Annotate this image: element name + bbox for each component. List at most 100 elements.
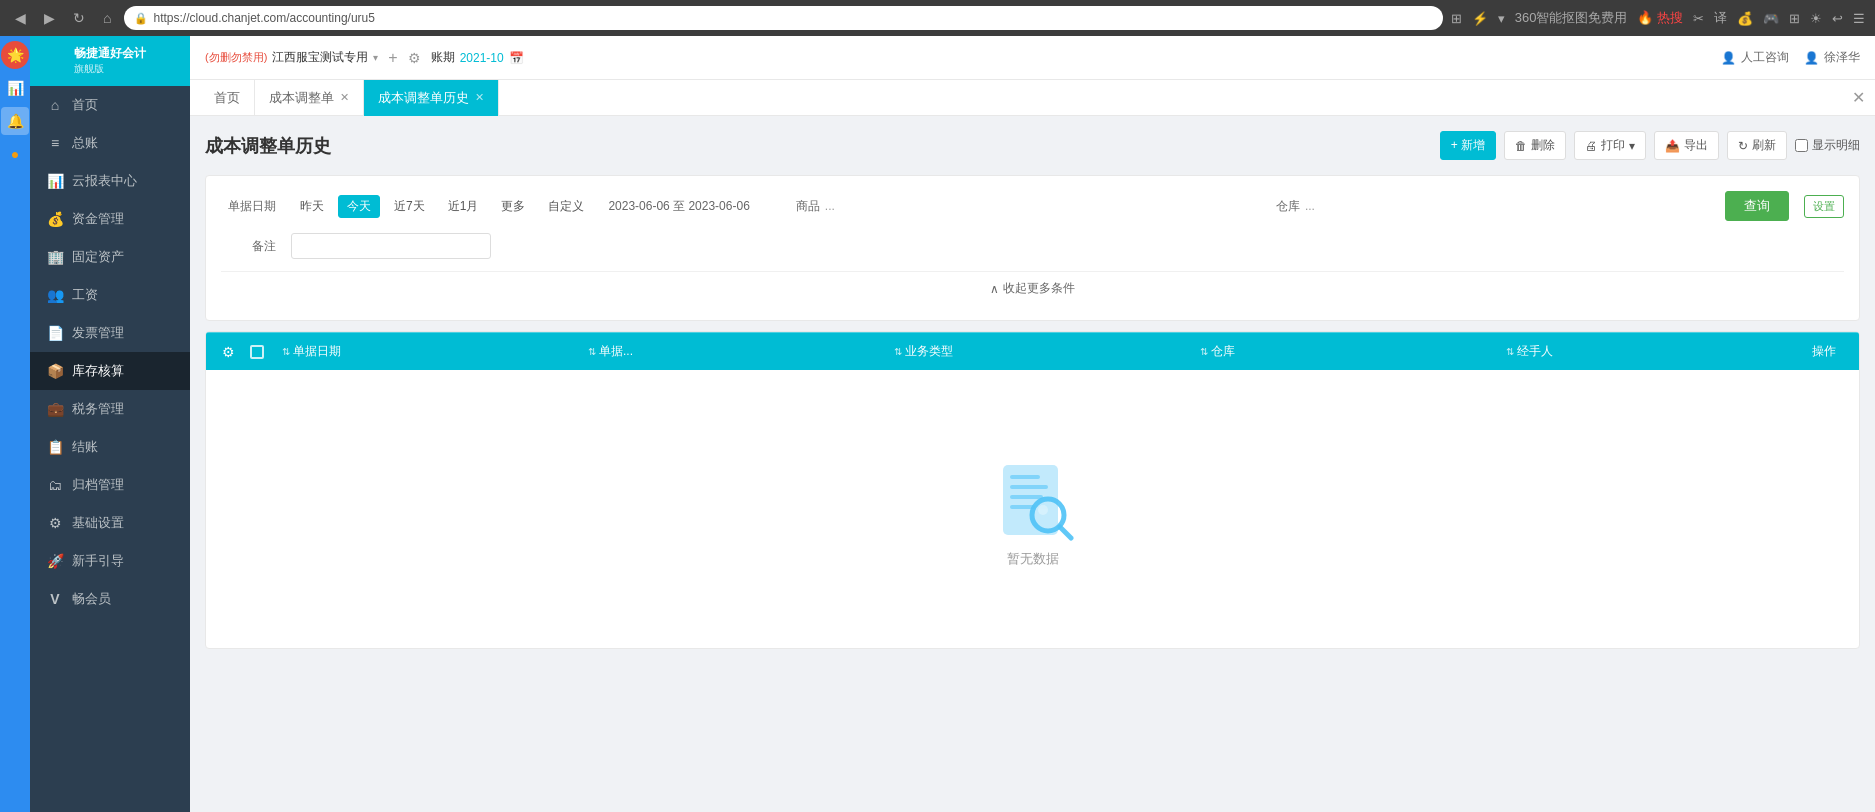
filter-row-date: 单据日期 昨天 今天 近7天 近1月 更多 自定义 2023-06-06 至 2… [221, 191, 1844, 221]
print-btn[interactable]: 🖨 打印 ▾ [1574, 131, 1646, 160]
nav-item-inventory-label: 库存核算 [72, 362, 124, 380]
nav-item-fixed-assets[interactable]: 🏢 固定资产 [30, 238, 190, 276]
empty-state: 暂无数据 [206, 370, 1859, 648]
th-warehouse[interactable]: ⇅ 仓库 [1190, 343, 1496, 360]
tab-cost-history-close[interactable]: ✕ [475, 91, 484, 104]
tab-cost-adjust-close[interactable]: ✕ [340, 91, 349, 104]
date-btn-today[interactable]: 今天 [338, 195, 380, 218]
company-warning: (勿删勿禁用) [205, 50, 267, 65]
page-actions: + 新增 🗑 删除 🖨 打印 ▾ 📤 导出 ↻ [1440, 131, 1860, 160]
browser-actions: ⊞ ⚡ ▾ 360智能抠图免费用 🔥 热搜 ✂ 译 💰 🎮 ⊞ ☀ ↩ ☰ [1451, 9, 1865, 27]
th-biz-type[interactable]: ⇅ 业务类型 [884, 343, 1190, 360]
nav-item-inventory[interactable]: 📦 库存核算 [30, 352, 190, 390]
product-more-dots[interactable]: ... [825, 199, 835, 213]
browser-action-1[interactable]: ⊞ [1451, 11, 1462, 26]
note-input[interactable] [291, 233, 491, 259]
nav-item-invoice-label: 发票管理 [72, 324, 124, 342]
tab-cost-adjust[interactable]: 成本调整单 ✕ [255, 80, 364, 116]
tab-bar-close-btn[interactable]: ✕ [1852, 88, 1865, 107]
svg-rect-1 [1010, 475, 1040, 479]
browser-game[interactable]: 🎮 [1763, 11, 1779, 26]
browser-wallet[interactable]: 💰 [1737, 11, 1753, 26]
app-icon-2[interactable]: 📊 [1, 74, 29, 102]
nav-item-archive-label: 归档管理 [72, 476, 124, 494]
date-btn-7days[interactable]: 近7天 [385, 195, 434, 218]
nav-item-vip-label: 畅会员 [72, 590, 111, 608]
app-icon-4[interactable]: ● [1, 140, 29, 168]
print-dropdown-arrow: ▾ [1629, 139, 1635, 153]
show-detail-checkbox-area[interactable]: 显示明细 [1795, 137, 1860, 154]
th-handler[interactable]: ⇅ 经手人 [1496, 343, 1802, 360]
export-btn-label: 导出 [1684, 137, 1708, 154]
delete-btn[interactable]: 🗑 删除 [1504, 131, 1566, 160]
browser-grid[interactable]: ⊞ [1789, 11, 1800, 26]
nav-item-invoice[interactable]: 📄 发票管理 [30, 314, 190, 352]
app-icon-1[interactable]: 🌟 [1, 41, 29, 69]
user-name-btn[interactable]: 👤 徐泽华 [1804, 49, 1860, 66]
top-bar: (勿删勿禁用) 江西服宝测试专用 ▾ + ⚙ 账期 2021-10 📅 👤 人工… [190, 36, 1875, 80]
date-btn-more[interactable]: 更多 [492, 195, 534, 218]
nav-item-settings[interactable]: ⚙ 基础设置 [30, 504, 190, 542]
browser-sun[interactable]: ☀ [1810, 11, 1822, 26]
date-btn-1month[interactable]: 近1月 [439, 195, 488, 218]
th-date[interactable]: ⇅ 单据日期 [272, 343, 578, 360]
add-company-btn[interactable]: + [388, 49, 397, 67]
date-btn-yesterday[interactable]: 昨天 [291, 195, 333, 218]
collapse-btn[interactable]: ∧ 收起更多条件 [990, 280, 1075, 297]
add-btn[interactable]: + 新增 [1440, 131, 1496, 160]
warehouse-more-dots[interactable]: ... [1305, 199, 1315, 213]
browser-scissor[interactable]: ✂ [1693, 11, 1704, 26]
nav-item-vip[interactable]: V 畅会员 [30, 580, 190, 618]
icon-sidebar: 🌟 📊 🔔 ● [0, 36, 30, 812]
date-btn-custom[interactable]: 自定义 [539, 195, 593, 218]
query-btn[interactable]: 查询 [1725, 191, 1789, 221]
company-selector[interactable]: (勿删勿禁用) 江西服宝测试专用 ▾ [205, 49, 378, 66]
browser-search[interactable]: 360智能抠图免费用 [1515, 9, 1628, 27]
th-warehouse-sort-asc: ⇅ [1200, 346, 1208, 357]
nav-item-reports[interactable]: 📊 云报表中心 [30, 162, 190, 200]
table-header: ⚙ ⇅ 单据日期 ⇅ 单据... ⇅ 业务类型 [206, 332, 1859, 370]
browser-action-3[interactable]: ▾ [1498, 11, 1505, 26]
browser-menu[interactable]: ☰ [1853, 11, 1865, 26]
browser-action-2[interactable]: ⚡ [1472, 11, 1488, 26]
browser-undo[interactable]: ↩ [1832, 11, 1843, 26]
refresh-btn[interactable]: ↻ 刷新 [1727, 131, 1787, 160]
user-service-text: 人工咨询 [1741, 49, 1789, 66]
show-detail-checkbox[interactable] [1795, 139, 1808, 152]
browser-translate[interactable]: 译 [1714, 9, 1727, 27]
th-bill-no[interactable]: ⇅ 单据... [578, 343, 884, 360]
nav-item-closing[interactable]: 📋 结账 [30, 428, 190, 466]
export-btn[interactable]: 📤 导出 [1654, 131, 1719, 160]
nav-item-tax-label: 税务管理 [72, 400, 124, 418]
table-settings-icon[interactable]: ⚙ [214, 338, 242, 366]
nav-item-guide[interactable]: 🚀 新手引导 [30, 542, 190, 580]
svg-line-6 [1060, 527, 1071, 538]
settings-btn[interactable]: 设置 [1804, 195, 1844, 218]
tab-cost-adjust-label: 成本调整单 [269, 89, 334, 107]
app-icon-3[interactable]: 🔔 [1, 107, 29, 135]
browser-chrome: ◀ ▶ ↻ ⌂ 🔒 https://cloud.chanjet.com/acco… [0, 0, 1875, 36]
company-settings-btn[interactable]: ⚙ [408, 50, 421, 66]
nav-item-home[interactable]: ⌂ 首页 [30, 86, 190, 124]
delete-btn-label: 删除 [1531, 137, 1555, 154]
tab-home[interactable]: 首页 [200, 80, 255, 116]
calendar-icon[interactable]: 📅 [509, 51, 524, 65]
browser-forward-btn[interactable]: ▶ [39, 8, 60, 28]
nav-item-payroll[interactable]: 👥 工资 [30, 276, 190, 314]
guide-icon: 🚀 [46, 553, 64, 569]
nav-item-finance[interactable]: 💰 资金管理 [30, 200, 190, 238]
nav-item-closing-label: 结账 [72, 438, 98, 456]
browser-home-btn[interactable]: ⌂ [98, 8, 116, 28]
browser-back-btn[interactable]: ◀ [10, 8, 31, 28]
tax-icon: 💼 [46, 401, 64, 417]
browser-refresh-btn[interactable]: ↻ [68, 8, 90, 28]
nav-item-ledger[interactable]: ≡ 总账 [30, 124, 190, 162]
tab-cost-history[interactable]: 成本调整单历史 ✕ [364, 80, 499, 116]
select-all-checkbox[interactable] [250, 345, 264, 359]
print-icon: 🖨 [1585, 139, 1597, 153]
nav-item-archive[interactable]: 🗂 归档管理 [30, 466, 190, 504]
nav-item-tax[interactable]: 💼 税务管理 [30, 390, 190, 428]
svg-rect-3 [1010, 495, 1043, 499]
user-service-btn[interactable]: 👤 人工咨询 [1721, 49, 1789, 66]
url-bar[interactable]: 🔒 https://cloud.chanjet.com/accounting/u… [124, 6, 1442, 30]
